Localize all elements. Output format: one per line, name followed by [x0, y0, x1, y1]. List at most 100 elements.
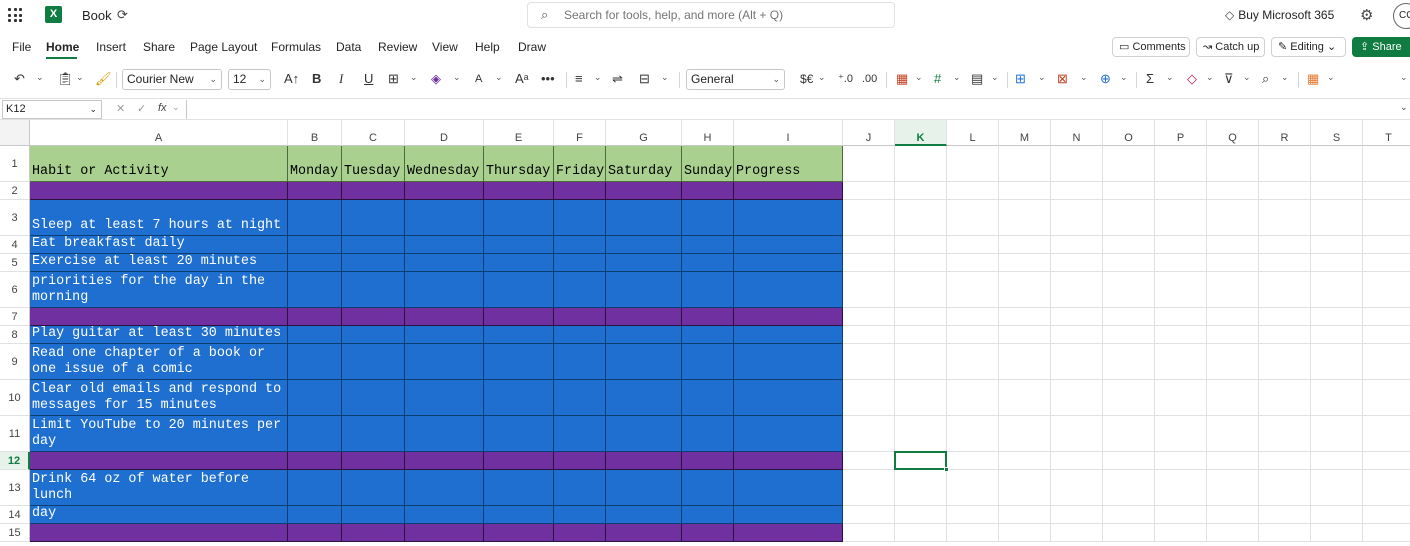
cell-r4[interactable] — [1259, 236, 1311, 254]
cell-m2[interactable] — [999, 182, 1051, 200]
column-header-f[interactable]: F — [554, 120, 606, 146]
format-as-table-icon[interactable]: # — [934, 71, 941, 87]
row-header-2[interactable]: 2 — [0, 182, 30, 200]
cell-s11[interactable] — [1311, 416, 1363, 452]
cell-b6[interactable] — [288, 272, 342, 308]
cell-s4[interactable] — [1311, 236, 1363, 254]
row-header-15[interactable]: 15 — [0, 524, 30, 542]
cell-l6[interactable] — [947, 272, 999, 308]
cell-i15[interactable] — [734, 524, 843, 542]
cell-f9[interactable] — [554, 344, 606, 380]
cell-d13[interactable] — [405, 470, 484, 506]
cell-p15[interactable] — [1155, 524, 1207, 542]
cell-c13[interactable] — [342, 470, 405, 506]
cell-t14[interactable] — [1363, 506, 1410, 524]
cell-k3[interactable] — [895, 200, 947, 236]
column-header-g[interactable]: G — [606, 120, 682, 146]
cell-j9[interactable] — [843, 344, 895, 380]
search-input[interactable] — [564, 8, 884, 22]
cell-m11[interactable] — [999, 416, 1051, 452]
cell-g12[interactable] — [606, 452, 682, 470]
cancel-icon[interactable]: ✕ — [116, 102, 125, 115]
chevron-down-icon[interactable]: ⌄ — [1281, 72, 1289, 83]
cell-r2[interactable] — [1259, 182, 1311, 200]
cell-f2[interactable] — [554, 182, 606, 200]
tab-draw[interactable]: Draw — [518, 40, 546, 54]
cell-m7[interactable] — [999, 308, 1051, 326]
tab-insert[interactable]: Insert — [96, 40, 126, 54]
cell-s12[interactable] — [1311, 452, 1363, 470]
cell-n1[interactable] — [1051, 146, 1103, 182]
column-header-q[interactable]: Q — [1207, 120, 1259, 146]
chevron-down-icon[interactable]: ⌄ — [1120, 72, 1128, 83]
cell-t13[interactable] — [1363, 470, 1410, 506]
cell-k2[interactable] — [895, 182, 947, 200]
cell-f10[interactable] — [554, 380, 606, 416]
ribbon-expand-icon[interactable]: ⌄ — [1400, 72, 1408, 83]
cell-m15[interactable] — [999, 524, 1051, 542]
sort-filter-icon[interactable]: ⊽ — [1224, 71, 1234, 87]
text-effects-icon[interactable]: Aᵃ — [515, 71, 529, 87]
column-header-s[interactable]: S — [1311, 120, 1363, 146]
format-cells-icon[interactable]: ⊕ — [1100, 71, 1111, 87]
cell-r11[interactable] — [1259, 416, 1311, 452]
cell-b12[interactable] — [288, 452, 342, 470]
cell-m14[interactable] — [999, 506, 1051, 524]
chevron-down-icon[interactable]: ⌄ — [818, 72, 826, 83]
cell-r9[interactable] — [1259, 344, 1311, 380]
chevron-down-icon[interactable]: ⌄ — [915, 72, 923, 83]
cell-k15[interactable] — [895, 524, 947, 542]
cell-e5[interactable] — [484, 254, 554, 272]
cell-m4[interactable] — [999, 236, 1051, 254]
cell-g3[interactable] — [606, 200, 682, 236]
cell-r6[interactable] — [1259, 272, 1311, 308]
confirm-icon[interactable]: ✓ — [137, 102, 146, 115]
chevron-down-icon[interactable]: ⌄ — [1166, 72, 1174, 83]
cell-d11[interactable] — [405, 416, 484, 452]
row-header-7[interactable]: 7 — [0, 308, 30, 326]
cell-s5[interactable] — [1311, 254, 1363, 272]
cell-m5[interactable] — [999, 254, 1051, 272]
cell-m6[interactable] — [999, 272, 1051, 308]
cell-d12[interactable] — [405, 452, 484, 470]
cell-h5[interactable] — [682, 254, 734, 272]
cell-m3[interactable] — [999, 200, 1051, 236]
cell-h8[interactable] — [682, 326, 734, 344]
cell-j1[interactable] — [843, 146, 895, 182]
cell-k7[interactable] — [895, 308, 947, 326]
cell-m13[interactable] — [999, 470, 1051, 506]
cell-p1[interactable] — [1155, 146, 1207, 182]
cell-k14[interactable] — [895, 506, 947, 524]
cell-styles-icon[interactable]: ▤ — [971, 71, 983, 87]
cell-s3[interactable] — [1311, 200, 1363, 236]
cell-c2[interactable] — [342, 182, 405, 200]
cell-f6[interactable] — [554, 272, 606, 308]
cell-h11[interactable] — [682, 416, 734, 452]
cell-i8[interactable] — [734, 326, 843, 344]
cell-d4[interactable] — [405, 236, 484, 254]
tab-page-layout[interactable]: Page Layout — [190, 40, 257, 54]
wrap-text-icon[interactable]: ⇌ — [612, 71, 623, 87]
chevron-down-icon[interactable]: ⌄ — [1327, 72, 1335, 83]
column-header-r[interactable]: R — [1259, 120, 1311, 146]
cell-c14[interactable] — [342, 506, 405, 524]
cell-r7[interactable] — [1259, 308, 1311, 326]
cell-c6[interactable] — [342, 272, 405, 308]
cell-j2[interactable] — [843, 182, 895, 200]
autosum-icon[interactable]: Σ — [1146, 71, 1154, 87]
cell-h12[interactable] — [682, 452, 734, 470]
cell-n8[interactable] — [1051, 326, 1103, 344]
row-header-10[interactable]: 10 — [0, 380, 30, 416]
cell-s7[interactable] — [1311, 308, 1363, 326]
cell-e6[interactable] — [484, 272, 554, 308]
cell-k1[interactable] — [895, 146, 947, 182]
cell-p5[interactable] — [1155, 254, 1207, 272]
row-header-3[interactable]: 3 — [0, 200, 30, 236]
cell-e2[interactable] — [484, 182, 554, 200]
cell-s15[interactable] — [1311, 524, 1363, 542]
cell-q12[interactable] — [1207, 452, 1259, 470]
cell-k8[interactable] — [895, 326, 947, 344]
cell-c5[interactable] — [342, 254, 405, 272]
cell-h7[interactable] — [682, 308, 734, 326]
bold-icon[interactable]: B — [312, 71, 321, 87]
